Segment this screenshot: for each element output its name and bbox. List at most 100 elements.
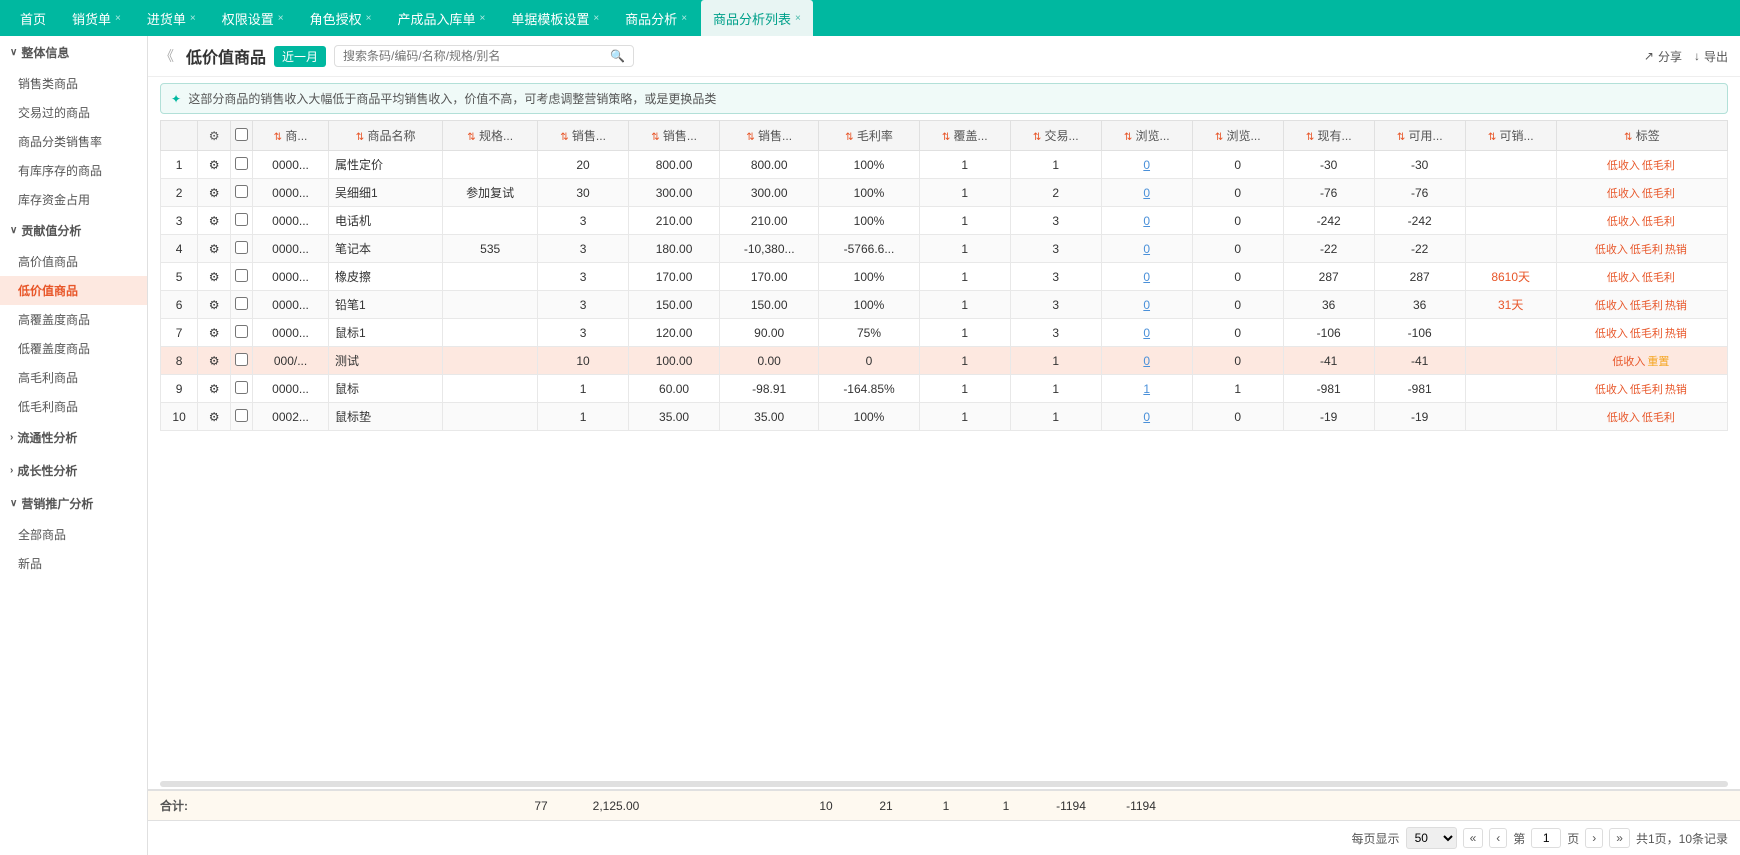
sidebar-group-overall[interactable]: ∨ 整体信息	[0, 36, 147, 69]
trade-col-header[interactable]: ⇅ 交易...	[1010, 121, 1101, 151]
row-settings[interactable]: ⚙	[198, 151, 231, 179]
sidebar-group-liquidity[interactable]: › 流通性分析	[0, 421, 147, 454]
prev-page-button[interactable]: ‹	[1489, 828, 1507, 848]
coverage-col-header[interactable]: ⇅ 覆盖...	[919, 121, 1010, 151]
code-col-header[interactable]: ⇅ 商...	[253, 121, 329, 151]
browse1-link[interactable]: 0	[1143, 214, 1150, 228]
sidebar-item-high-value[interactable]: 高价值商品	[0, 247, 147, 276]
tag-col-header[interactable]: ⇅ 标签	[1556, 121, 1727, 151]
sidebar-item-category-rate[interactable]: 商品分类销售率	[0, 127, 147, 156]
browse1-col-header[interactable]: ⇅ 浏览...	[1101, 121, 1192, 151]
nav-permission[interactable]: 权限设置 ×	[210, 0, 296, 36]
close-sales-order-icon[interactable]: ×	[115, 13, 121, 24]
sales-qty-col-header[interactable]: ⇅ 销售...	[538, 121, 629, 151]
close-analysis-icon[interactable]: ×	[681, 13, 687, 24]
close-analysis-list-icon[interactable]: ×	[795, 13, 801, 24]
nav-home[interactable]: 首页	[8, 0, 58, 36]
available-col-header[interactable]: ⇅ 可用...	[1374, 121, 1465, 151]
horizontal-scrollbar[interactable]	[160, 781, 1728, 787]
row-settings[interactable]: ⚙	[198, 291, 231, 319]
sidebar-group-contribution[interactable]: ∨ 贡献值分析	[0, 214, 147, 247]
gross-rate-col-header[interactable]: ⇅ 毛利率	[819, 121, 919, 151]
row-checkbox[interactable]	[235, 241, 248, 254]
nav-template-setting[interactable]: 单据模板设置 ×	[499, 0, 611, 36]
row-settings[interactable]: ⚙	[198, 179, 231, 207]
browse1-link[interactable]: 0	[1143, 410, 1150, 424]
name-col-header[interactable]: ⇅ 商品名称	[329, 121, 443, 151]
row-checkbox-cell	[231, 263, 253, 291]
browse1-link[interactable]: 0	[1143, 242, 1150, 256]
current-col-header[interactable]: ⇅ 现有...	[1283, 121, 1374, 151]
browse2-col-header[interactable]: ⇅ 浏览...	[1192, 121, 1283, 151]
sales-amount-col-header[interactable]: ⇅ 销售...	[629, 121, 720, 151]
row-settings[interactable]: ⚙	[198, 263, 231, 291]
row-checkbox[interactable]	[235, 297, 248, 310]
row-checkbox[interactable]	[235, 269, 248, 282]
browse1-link[interactable]: 0	[1143, 298, 1150, 312]
last-page-button[interactable]: »	[1609, 828, 1630, 848]
export-button[interactable]: ↓ 导出	[1694, 48, 1728, 65]
row-checkbox[interactable]	[235, 353, 248, 366]
search-icon[interactable]: 🔍	[610, 49, 625, 63]
page-size-select[interactable]: 50 100 200	[1406, 827, 1457, 849]
close-permission-icon[interactable]: ×	[278, 13, 284, 24]
row-checkbox[interactable]	[235, 381, 248, 394]
browse1-link[interactable]: 0	[1143, 354, 1150, 368]
close-product-in-icon[interactable]: ×	[479, 13, 485, 24]
sidebar-item-stock-capital[interactable]: 库存资金占用	[0, 185, 147, 214]
browse1-link[interactable]: 0	[1143, 326, 1150, 340]
sidebar-item-high-coverage[interactable]: 高覆盖度商品	[0, 305, 147, 334]
row-settings[interactable]: ⚙	[198, 319, 231, 347]
checkbox-col-header[interactable]	[231, 121, 253, 151]
next-page-button[interactable]: ›	[1585, 828, 1603, 848]
nav-role-auth[interactable]: 角色授权 ×	[298, 0, 384, 36]
row-sales-amount: 100.00	[629, 347, 720, 375]
sidebar-item-low-coverage[interactable]: 低覆盖度商品	[0, 334, 147, 363]
sidebar-item-with-stock[interactable]: 有库序存的商品	[0, 156, 147, 185]
nav-product-in[interactable]: 产成品入库单 ×	[385, 0, 497, 36]
row-settings[interactable]: ⚙	[198, 375, 231, 403]
share-button[interactable]: ↗ 分享	[1644, 48, 1682, 65]
row-checkbox[interactable]	[235, 213, 248, 226]
row-settings[interactable]: ⚙	[198, 235, 231, 263]
sidebar-item-high-margin[interactable]: 高毛利商品	[0, 363, 147, 392]
nav-sales-order[interactable]: 销货单 ×	[60, 0, 133, 36]
close-role-auth-icon[interactable]: ×	[366, 13, 372, 24]
sidebar-item-low-margin[interactable]: 低毛利商品	[0, 392, 147, 421]
settings-col-header[interactable]: ⚙	[198, 121, 231, 151]
browse1-link[interactable]: 0	[1143, 186, 1150, 200]
row-settings[interactable]: ⚙	[198, 207, 231, 235]
row-spec	[443, 319, 538, 347]
nav-analysis-list[interactable]: 商品分析列表 ×	[701, 0, 813, 36]
sidebar-group-marketing[interactable]: ∨ 营销推广分析	[0, 487, 147, 520]
sidebar-item-traded[interactable]: 交易过的商品	[0, 98, 147, 127]
spec-col-header[interactable]: ⇅ 规格...	[443, 121, 538, 151]
sales-avg-col-header[interactable]: ⇅ 销售...	[720, 121, 819, 151]
select-all-checkbox[interactable]	[235, 128, 248, 141]
sidebar-item-all-products[interactable]: 全部商品	[0, 520, 147, 549]
row-checkbox[interactable]	[235, 157, 248, 170]
sidebar-item-sales-category[interactable]: 销售类商品	[0, 69, 147, 98]
period-badge[interactable]: 近一月	[274, 46, 326, 67]
search-input[interactable]	[343, 49, 606, 63]
browse1-link[interactable]: 1	[1143, 382, 1150, 396]
table-row: 10⚙ 0002... 鼠标垫 1 35.00 35.00 100% 1 1 0…	[161, 403, 1728, 431]
row-checkbox[interactable]	[235, 185, 248, 198]
sidebar-item-low-value[interactable]: 低价值商品	[0, 276, 147, 305]
row-checkbox[interactable]	[235, 409, 248, 422]
nav-purchase-order[interactable]: 进货单 ×	[135, 0, 208, 36]
row-settings[interactable]: ⚙	[198, 347, 231, 375]
row-settings[interactable]: ⚙	[198, 403, 231, 431]
saleable-col-header[interactable]: ⇅ 可销...	[1465, 121, 1556, 151]
browse1-link[interactable]: 0	[1143, 158, 1150, 172]
row-checkbox[interactable]	[235, 325, 248, 338]
sidebar-group-growth[interactable]: › 成长性分析	[0, 454, 147, 487]
first-page-button[interactable]: «	[1463, 828, 1484, 848]
sidebar-item-new-products[interactable]: 新品	[0, 549, 147, 578]
close-template-icon[interactable]: ×	[593, 13, 599, 24]
collapse-sidebar-button[interactable]: 《	[160, 46, 174, 66]
nav-product-analysis[interactable]: 商品分析 ×	[613, 0, 699, 36]
close-purchase-order-icon[interactable]: ×	[190, 13, 196, 24]
browse1-link[interactable]: 0	[1143, 270, 1150, 284]
page-number-input[interactable]	[1531, 828, 1561, 848]
